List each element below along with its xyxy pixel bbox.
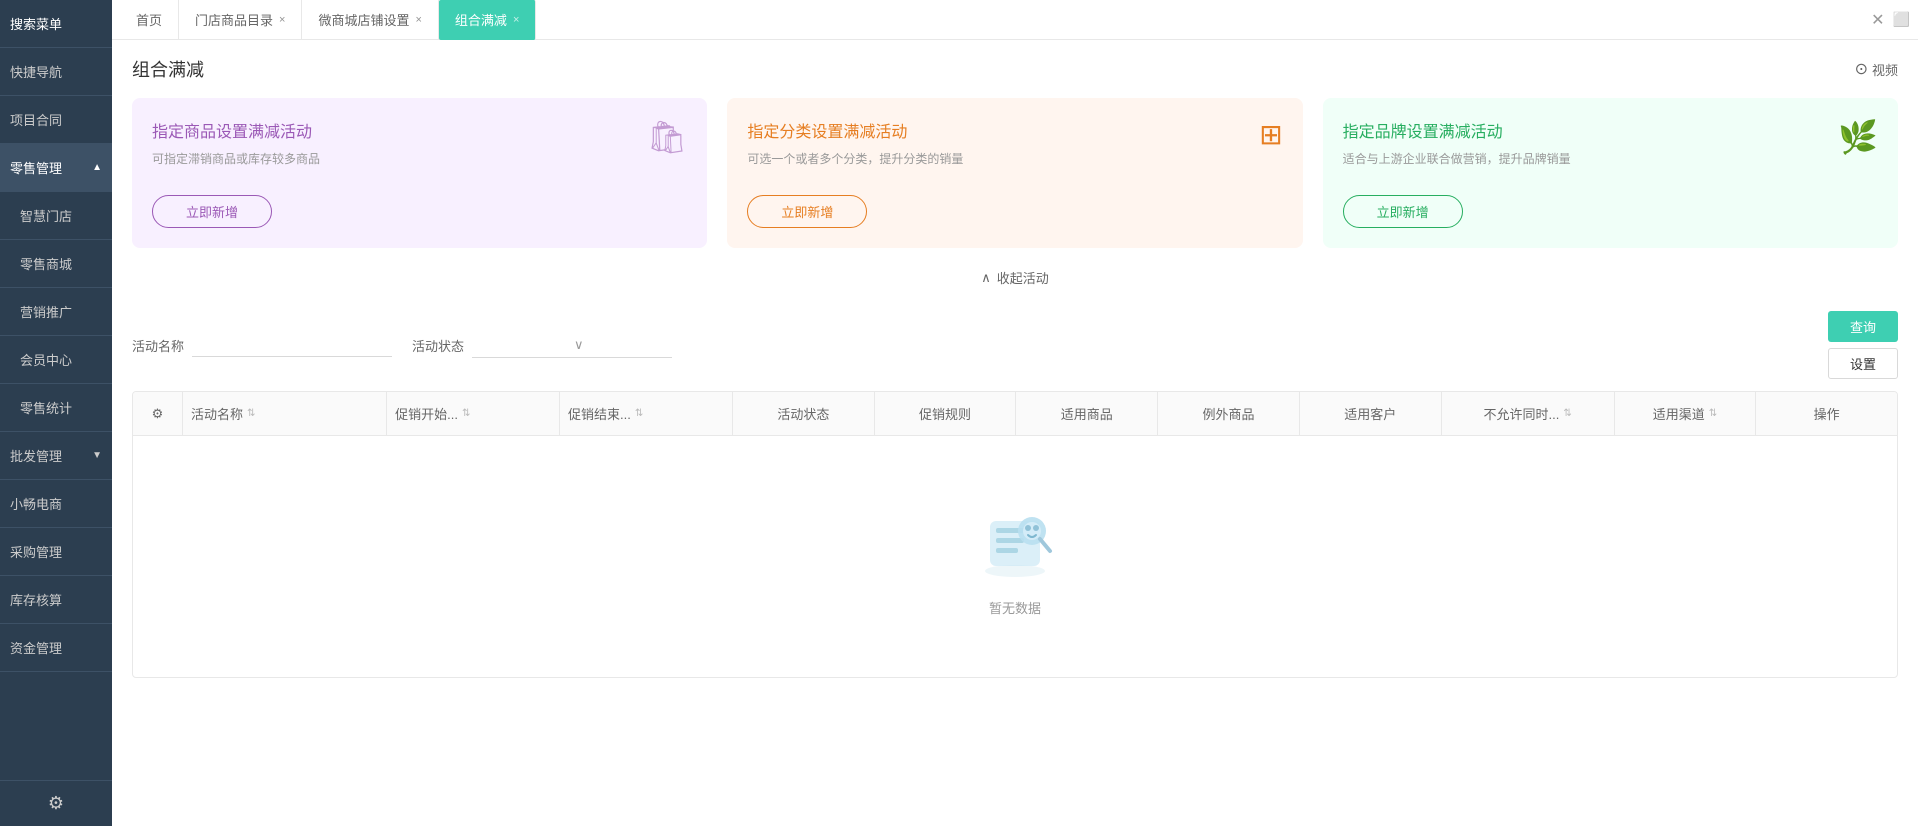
th-rule: 促销规则 (875, 392, 1017, 435)
tab-product-catalog[interactable]: 门店商品目录 × (179, 0, 302, 40)
sidebar-item-finance[interactable]: 资金管理 (0, 624, 112, 672)
tab-home[interactable]: 首页 (120, 0, 179, 40)
sidebar-item-contracts[interactable]: 项目合同 (0, 96, 112, 144)
th-name[interactable]: 活动名称 ⇅ (183, 392, 387, 435)
sidebar-item-smartstore[interactable]: 智慧门店 (0, 192, 112, 240)
card-product-desc: 可指定滞销商品或库存较多商品 (152, 150, 687, 179)
th-status: 活动状态 (733, 392, 875, 435)
query-button[interactable]: 查询 (1828, 311, 1898, 342)
sidebar-item-inventory[interactable]: 库存核算 (0, 576, 112, 624)
chevron-down-icon: ∨ (574, 337, 664, 353)
empty-illustration (970, 496, 1060, 586)
th-customer: 适用客户 (1300, 392, 1442, 435)
sort-channel-icon[interactable]: ⇅ (1709, 409, 1717, 419)
sidebar-item-wholesale[interactable]: 批发管理 ▼ (0, 432, 112, 480)
empty-state: 暂无数据 (133, 436, 1897, 677)
activity-status-field: 活动状态 ∨ (412, 333, 672, 358)
tab-bar: 首页 门店商品目录 × 微商城店铺设置 × 组合满减 × ✕ ⬜ (112, 0, 1918, 40)
tab-combo-discount[interactable]: 组合满减 × (439, 0, 536, 40)
sort-start-icon[interactable]: ⇅ (462, 409, 470, 419)
window-restore-button[interactable]: ⬜ (1893, 11, 1910, 28)
th-start[interactable]: 促销开始... ⇅ (387, 392, 560, 435)
page-header: 组合满减 ⊙ 视频 (132, 56, 1898, 82)
activity-name-label: 活动名称 (132, 336, 184, 355)
bag-icon: 🛍 (647, 118, 688, 156)
th-gear[interactable]: ⚙ (133, 392, 183, 435)
tab-close-combo-discount[interactable]: × (513, 14, 519, 26)
tab-close-product-catalog[interactable]: × (279, 14, 285, 26)
page-content: 组合满减 ⊙ 视频 指定商品设置满减活动 可指定滞销商品或库存较多商品 🛍 立即… (112, 40, 1918, 826)
sidebar-item-ecommerce[interactable]: 小畅电商 (0, 480, 112, 528)
sidebar: 搜索菜单 快捷导航 项目合同 零售管理 ▲ 智慧门店 零售商城 营销推广 会员中… (0, 0, 112, 826)
table-header: ⚙ 活动名称 ⇅ 促销开始... ⇅ 促销结束... ⇅ 活动状态 (133, 392, 1897, 436)
th-goods: 适用商品 (1016, 392, 1158, 435)
window-close-button[interactable]: ✕ (1871, 10, 1884, 30)
card-product-btn[interactable]: 立即新增 (152, 195, 272, 228)
activity-status-label: 活动状态 (412, 336, 464, 355)
sidebar-item-purchase[interactable]: 采购管理 (0, 528, 112, 576)
sidebar-bottom[interactable]: ⚙ (0, 780, 112, 826)
sidebar-item-retailstats[interactable]: 零售统计 (0, 384, 112, 432)
card-product: 指定商品设置满减活动 可指定滞销商品或库存较多商品 🛍 立即新增 (132, 98, 707, 248)
card-brand-btn[interactable]: 立即新增 (1343, 195, 1463, 228)
gear-icon: ⚙ (48, 793, 64, 814)
th-end[interactable]: 促销结束... ⇅ (560, 392, 733, 435)
sidebar-item-members[interactable]: 会员中心 (0, 336, 112, 384)
page-title: 组合满减 (132, 56, 204, 82)
leaf-icon: 🌿 (1838, 118, 1878, 156)
gear-table-icon: ⚙ (152, 406, 164, 422)
chevron-up-icon: ∧ (981, 270, 991, 286)
chevron-up-icon: ▲ (92, 162, 102, 173)
table-container: ⚙ 活动名称 ⇅ 促销开始... ⇅ 促销结束... ⇅ 活动状态 (132, 391, 1898, 678)
activity-status-select[interactable]: ∨ (472, 333, 672, 358)
card-category: 指定分类设置满减活动 可选一个或者多个分类，提升分类的销量 ⊞ 立即新增 (727, 98, 1302, 248)
activity-name-input[interactable] (192, 333, 392, 357)
sidebar-item-retail[interactable]: 零售管理 ▲ (0, 144, 112, 192)
card-brand: 指定品牌设置满减活动 适合与上游企业联合做营销，提升品牌销量 🌿 立即新增 (1323, 98, 1898, 248)
th-operation: 操作 (1756, 392, 1897, 435)
card-product-title: 指定商品设置满减活动 (152, 118, 687, 142)
tab-close-store-settings[interactable]: × (415, 14, 421, 26)
tab-store-settings[interactable]: 微商城店铺设置 × (302, 0, 438, 40)
th-nosame[interactable]: 不允许同时... ⇅ (1442, 392, 1615, 435)
card-brand-desc: 适合与上游企业联合做营销，提升品牌销量 (1343, 150, 1878, 179)
video-link[interactable]: ⊙ 视频 (1855, 59, 1898, 79)
main-area: 首页 门店商品目录 × 微商城店铺设置 × 组合满减 × ✕ ⬜ 组合满减 ⊙ … (112, 0, 1918, 826)
sidebar-item-marketing[interactable]: 营销推广 (0, 288, 112, 336)
card-category-desc: 可选一个或者多个分类，提升分类的销量 (747, 150, 1282, 179)
play-circle-icon: ⊙ (1855, 59, 1868, 79)
sidebar-search[interactable]: 搜索菜单 (0, 0, 112, 48)
search-actions: 查询 设置 (1828, 311, 1898, 379)
th-except: 例外商品 (1158, 392, 1300, 435)
activity-name-field: 活动名称 (132, 333, 392, 357)
card-category-btn[interactable]: 立即新增 (747, 195, 867, 228)
search-bar: 活动名称 活动状态 ∨ 查询 设置 (132, 311, 1898, 379)
sort-nosame-icon[interactable]: ⇅ (1563, 409, 1571, 419)
collapse-bar[interactable]: ∧ 收起活动 (132, 260, 1898, 295)
sidebar-item-quicknav[interactable]: 快捷导航 (0, 48, 112, 96)
card-category-title: 指定分类设置满减活动 (747, 118, 1282, 142)
chevron-down-icon: ▼ (92, 450, 102, 461)
card-brand-title: 指定品牌设置满减活动 (1343, 118, 1878, 142)
empty-text: 暂无数据 (989, 598, 1041, 617)
th-channel[interactable]: 适用渠道 ⇅ (1615, 392, 1757, 435)
cards-row: 指定商品设置满减活动 可指定滞销商品或库存较多商品 🛍 立即新增 指定分类设置满… (132, 98, 1898, 248)
tab-bar-right: ✕ ⬜ (1871, 10, 1910, 30)
grid-icon: ⊞ (1259, 118, 1282, 151)
sort-name-icon[interactable]: ⇅ (247, 409, 255, 419)
sort-end-icon[interactable]: ⇅ (635, 409, 643, 419)
sidebar-item-retailmall[interactable]: 零售商城 (0, 240, 112, 288)
settings-button[interactable]: 设置 (1828, 348, 1898, 379)
